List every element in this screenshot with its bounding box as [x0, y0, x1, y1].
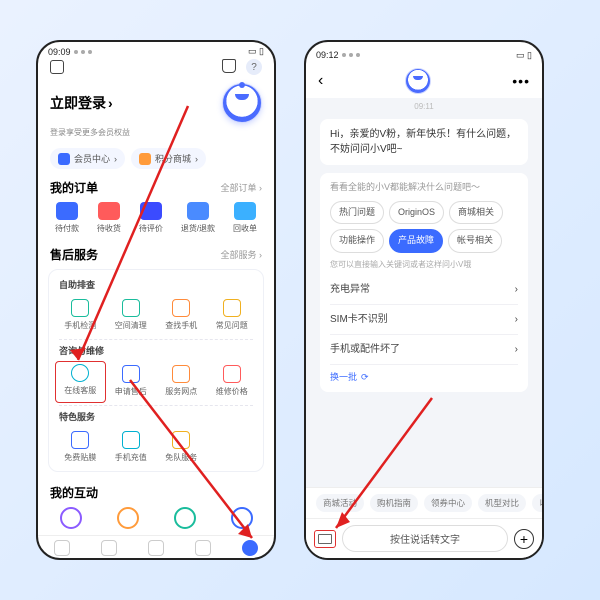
interact-3[interactable]: [174, 507, 196, 529]
tag-coupon[interactable]: 领券中心: [424, 494, 472, 512]
login-button[interactable]: 立即登录›: [50, 93, 113, 113]
space-clean[interactable]: 空间清理: [106, 295, 157, 337]
chip-origin[interactable]: OriginOS: [389, 201, 444, 225]
left-phone: 09:09 ▭ ▯ ? 立即登录› 登录享受更多会员权益 会员中心 › 积分商城…: [36, 40, 276, 560]
chip-account[interactable]: 帐号相关: [448, 229, 502, 253]
voice-input[interactable]: 按住说话转文字: [342, 525, 508, 552]
chip-hot[interactable]: 热门问题: [330, 201, 384, 225]
orders-title: 我的订单: [50, 179, 98, 196]
special-title: 特色服务: [55, 408, 257, 427]
service-point[interactable]: 服务网点: [156, 361, 207, 403]
status-bar: 09:12 ▭ ▯: [306, 42, 542, 64]
help-bubble: 看看全能的小V都能解决什么问题吧～ 热门问题 OriginOS 商城相关 功能操…: [320, 173, 528, 392]
back-button[interactable]: ‹: [318, 72, 323, 90]
status-time: 09:09: [48, 47, 71, 57]
no-queue[interactable]: 免队服务: [156, 427, 207, 469]
self-check-title: 自助排查: [55, 276, 257, 295]
order-pending-receive[interactable]: 待收货: [97, 202, 121, 234]
bot-avatar: [405, 68, 431, 94]
chip-func[interactable]: 功能操作: [330, 229, 384, 253]
tag-activity[interactable]: 商城活动: [316, 494, 364, 512]
greeting-bubble: Hi，亲爱的V粉，新年快乐！有什么问题，不妨问问小V吧~: [320, 119, 528, 165]
member-center-pill[interactable]: 会员中心 ›: [50, 148, 125, 169]
status-bar: 09:09 ▭ ▯: [38, 42, 274, 57]
interact-title: 我的互动: [50, 484, 98, 501]
sugg-row[interactable]: SIM卡不识别›: [330, 305, 518, 335]
faq[interactable]: 常见问题: [207, 295, 258, 337]
tag-row: 商城活动 购机指南 领券中心 机型对比 以: [306, 487, 542, 518]
find-phone[interactable]: 查找手机: [156, 295, 207, 337]
sugg-row[interactable]: 手机或配件坏了›: [330, 335, 518, 365]
plus-button[interactable]: +: [514, 529, 534, 549]
help-header: 看看全能的小V都能解决什么问题吧～: [330, 181, 518, 195]
points-mall-pill[interactable]: 积分商城 ›: [131, 148, 206, 169]
bottom-nav: 商城 选购 社区 会员 我的: [38, 535, 274, 560]
free-film[interactable]: 免费贴膜: [55, 427, 106, 469]
interact-4[interactable]: [231, 507, 253, 529]
nav-member[interactable]: 会员: [195, 540, 211, 560]
tag-compare[interactable]: 机型对比: [478, 494, 526, 512]
nav-mine[interactable]: 我的: [242, 540, 258, 560]
chip-mall[interactable]: 商城相关: [449, 201, 503, 225]
order-pending-pay[interactable]: 待付款: [55, 202, 79, 234]
phone-recharge[interactable]: 手机充值: [106, 427, 157, 469]
phone-check[interactable]: 手机检测: [55, 295, 106, 337]
status-time: 09:12: [316, 50, 339, 60]
interact-2[interactable]: [117, 507, 139, 529]
consult-title: 咨询与维修: [55, 342, 257, 361]
keyboard-toggle[interactable]: [314, 530, 336, 548]
chip-fault[interactable]: 产品故障: [389, 229, 443, 253]
after-more[interactable]: 全部服务 ›: [220, 248, 262, 261]
right-phone: 09:12 ▭ ▯ ‹ ••• 09:11 Hi，亲爱的V粉，新年快乐！有什么问…: [304, 40, 544, 560]
suggestion-header: 您可以直接输入关键词或者这样问小V哦: [330, 259, 518, 271]
interact-1[interactable]: [60, 507, 82, 529]
sugg-row[interactable]: 充电异常›: [330, 275, 518, 305]
repair-price[interactable]: 维修价格: [207, 361, 258, 403]
settings-icon[interactable]: [50, 60, 64, 74]
nav-buy[interactable]: 选购: [101, 540, 117, 560]
service-card: 自助排查 手机检测 空间清理 查找手机 常见问题 咨询与维修 在线客服 申请售后…: [48, 269, 264, 472]
orders-more[interactable]: 全部订单 ›: [220, 181, 262, 194]
apply-after[interactable]: 申请售后: [106, 361, 157, 403]
online-service[interactable]: 在线客服: [55, 361, 106, 403]
tag-more[interactable]: 以: [532, 494, 542, 512]
order-refund[interactable]: 退货/退款: [181, 202, 215, 234]
cart-icon[interactable]: [222, 59, 236, 73]
tag-guide[interactable]: 购机指南: [370, 494, 418, 512]
nav-mall[interactable]: 商城: [54, 540, 70, 560]
after-title: 售后服务: [50, 246, 98, 263]
nav-community[interactable]: 社区: [148, 540, 164, 560]
chat-timestamp: 09:11: [306, 98, 542, 115]
refresh-button[interactable]: 换一批 ⟳: [330, 365, 518, 385]
order-recycle[interactable]: 回收单: [233, 202, 257, 234]
login-subtitle: 登录享受更多会员权益: [38, 127, 274, 144]
avatar[interactable]: [222, 83, 262, 123]
more-icon[interactable]: •••: [512, 73, 530, 89]
help-icon[interactable]: ?: [246, 59, 262, 75]
order-pending-review[interactable]: 待评价: [139, 202, 163, 234]
